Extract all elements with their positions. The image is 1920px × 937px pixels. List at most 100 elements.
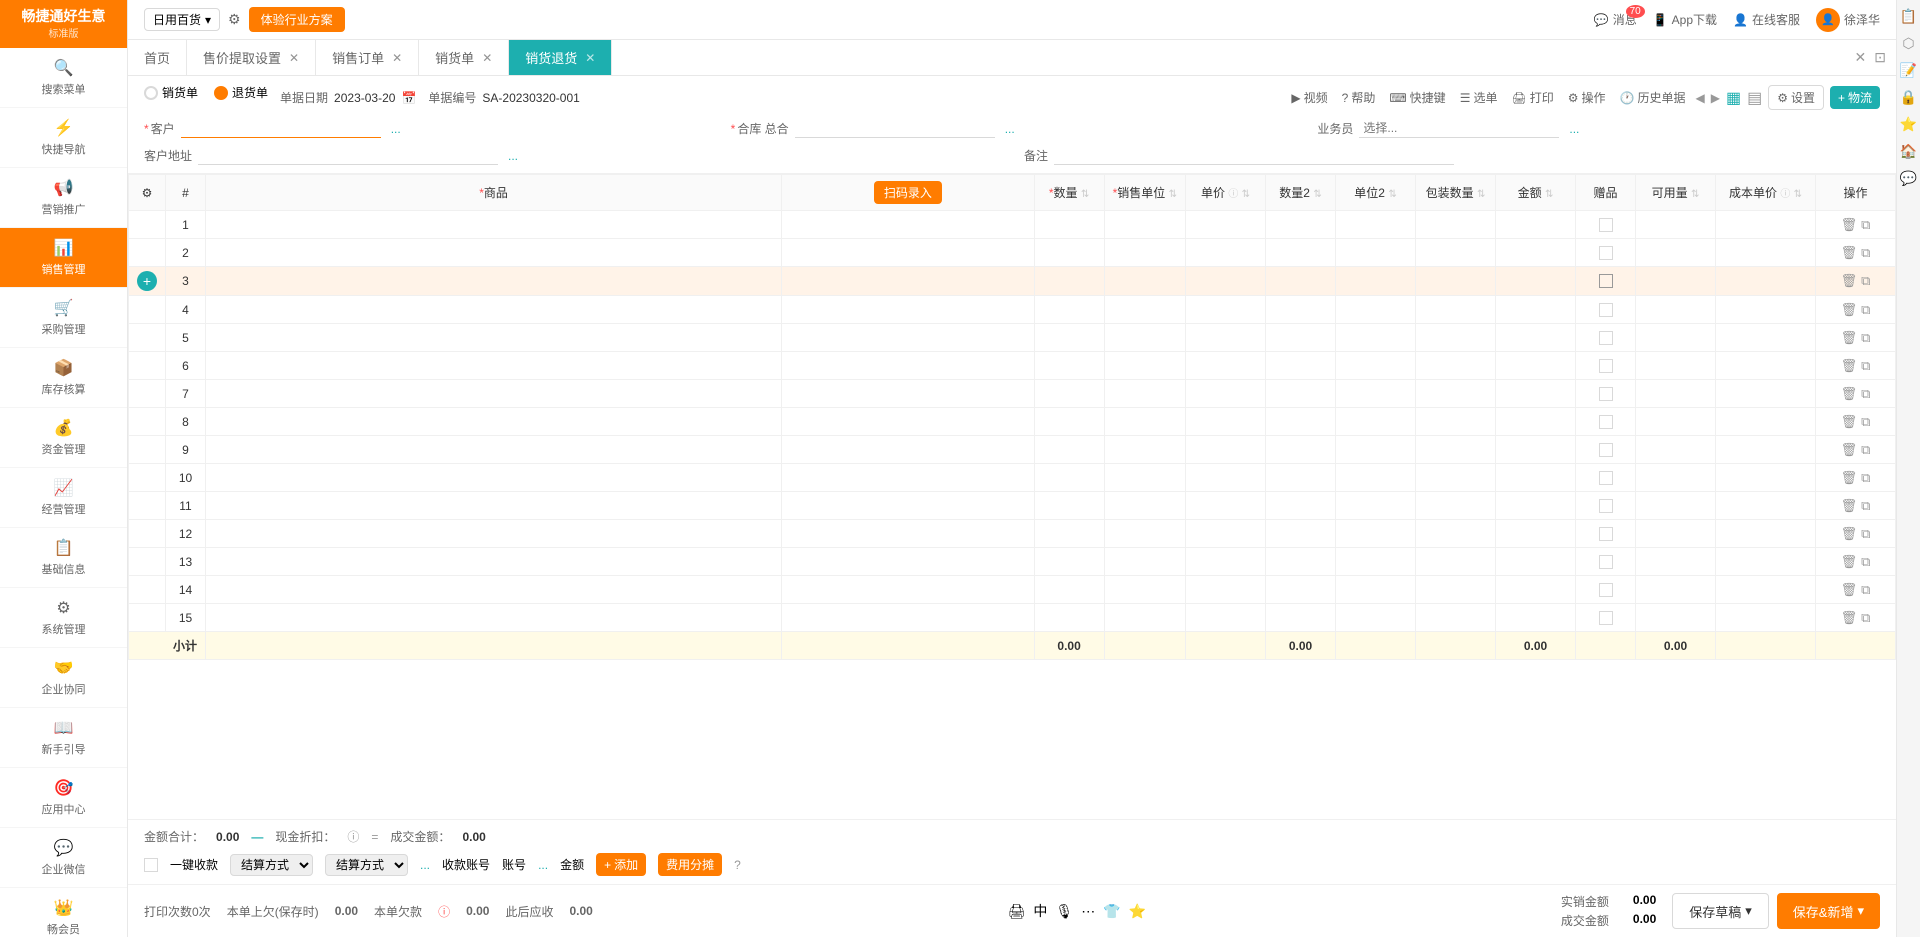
delete-row-icon[interactable]: 🗑 xyxy=(1841,526,1858,542)
row-price[interactable] xyxy=(1186,239,1266,267)
delete-row-icon[interactable]: 🗑 xyxy=(1841,330,1858,346)
gift-checkbox[interactable] xyxy=(1599,303,1613,317)
gift-checkbox[interactable] xyxy=(1599,527,1613,541)
sidebar-item-system[interactable]: ⚙ 系统管理 xyxy=(0,588,127,648)
gift-checkbox[interactable] xyxy=(1599,331,1613,345)
calendar-icon[interactable]: 📅 xyxy=(401,91,416,105)
settings-right-btn[interactable]: ⚙ 设置 xyxy=(1768,85,1824,110)
row-unit[interactable] xyxy=(1104,239,1185,267)
row-unit2[interactable] xyxy=(1336,267,1416,296)
row-goods[interactable] xyxy=(206,436,782,464)
gift-checkbox[interactable] xyxy=(1599,471,1613,485)
copy-row-icon[interactable]: ⧉ xyxy=(1861,582,1870,598)
row-avail[interactable] xyxy=(1636,267,1716,296)
tab-close-icon[interactable]: ✕ xyxy=(289,51,299,65)
gift-checkbox[interactable] xyxy=(1599,218,1613,232)
shortcut-btn[interactable]: ⌨ 快捷键 xyxy=(1385,87,1449,108)
copy-row-icon[interactable]: ⧉ xyxy=(1861,498,1870,514)
sidebar-item-sales[interactable]: 📊 销售管理 xyxy=(0,228,127,288)
tab-price-extract[interactable]: 售价提取设置 ✕ xyxy=(187,40,316,75)
delete-row-icon[interactable]: 🗑 xyxy=(1841,245,1858,261)
add-row-button[interactable]: + xyxy=(137,271,157,291)
warehouse-dots[interactable]: ... xyxy=(1005,122,1015,136)
sidebar-item-search[interactable]: 🔍 搜索菜单 xyxy=(0,48,127,108)
row-gift[interactable] xyxy=(1576,267,1636,296)
sidebar-item-operations[interactable]: 📈 经营管理 xyxy=(0,468,127,528)
delete-row-icon[interactable]: 🗑 xyxy=(1841,442,1858,458)
row-qty[interactable] xyxy=(1034,211,1104,239)
gift-checkbox[interactable] xyxy=(1599,246,1613,260)
delete-row-icon[interactable]: 🗑 xyxy=(1841,386,1858,402)
help-btn[interactable]: ? 帮助 xyxy=(1338,87,1380,108)
gift-checkbox[interactable] xyxy=(1599,359,1613,373)
row-goods[interactable] xyxy=(206,239,782,267)
row-qty[interactable] xyxy=(1034,267,1104,296)
row-goods[interactable] xyxy=(206,548,782,576)
grid-view1-btn[interactable]: ▦ xyxy=(1726,88,1741,108)
row-unit[interactable] xyxy=(1104,211,1185,239)
tab-sales-order[interactable]: 销售订单 ✕ xyxy=(316,40,419,75)
row-goods[interactable] xyxy=(206,492,782,520)
gift-checkbox[interactable] xyxy=(1599,611,1613,625)
side-icon-2[interactable]: ⬡ xyxy=(1898,31,1918,56)
row-pkgqty[interactable] xyxy=(1416,211,1496,239)
row-pkgqty[interactable] xyxy=(1416,239,1496,267)
row-goods[interactable] xyxy=(206,576,782,604)
sidebar-item-basic-info[interactable]: 📋 基础信息 xyxy=(0,528,127,588)
side-icon-6[interactable]: 🏠 xyxy=(1896,139,1920,164)
row-goods[interactable] xyxy=(206,464,782,492)
copy-row-icon[interactable]: ⧉ xyxy=(1861,526,1870,542)
row-gift[interactable] xyxy=(1576,239,1636,267)
remark-input[interactable] xyxy=(1054,146,1454,165)
row-goods[interactable] xyxy=(206,267,782,296)
sidebar-item-appcenter[interactable]: 🎯 应用中心 xyxy=(0,768,127,828)
account-select-dots[interactable]: ... xyxy=(538,858,548,872)
gift-checkbox[interactable] xyxy=(1599,387,1613,401)
side-icon-1[interactable]: 📋 xyxy=(1896,4,1920,29)
gift-checkbox[interactable] xyxy=(1599,499,1613,513)
module-selector[interactable]: 日用百货 ▾ xyxy=(144,8,220,31)
row-goods[interactable] xyxy=(206,324,782,352)
history-btn[interactable]: 🕐 历史单据 xyxy=(1616,87,1690,108)
sidebar-item-finance[interactable]: 💰 资金管理 xyxy=(0,408,127,468)
col-scan-header[interactable]: 扫码录入 xyxy=(782,175,1034,211)
tab-close-icon[interactable]: ✕ xyxy=(482,51,492,65)
copy-row-icon[interactable]: ⧉ xyxy=(1861,414,1870,430)
sidebar-item-marketing[interactable]: 📢 营销推广 xyxy=(0,168,127,228)
row-goods[interactable] xyxy=(206,296,782,324)
row-pkgqty[interactable] xyxy=(1416,267,1496,296)
customer-dots[interactable]: ... xyxy=(391,122,401,136)
row-unit2[interactable] xyxy=(1336,239,1416,267)
delete-row-icon[interactable]: 🗑 xyxy=(1841,414,1858,430)
user-menu-button[interactable]: 👤 徐泽华 xyxy=(1816,8,1880,32)
calculation-method-select[interactable]: 结算方式 xyxy=(325,854,408,876)
tab-close-button[interactable]: ✕ xyxy=(1853,47,1869,68)
next-record-btn[interactable]: ▶ xyxy=(1711,91,1720,105)
side-icon-7[interactable]: 💬 xyxy=(1896,166,1920,191)
delete-row-icon[interactable]: 🗑 xyxy=(1841,470,1858,486)
gift-checkbox[interactable] xyxy=(1599,415,1613,429)
delete-row-icon[interactable]: 🗑 xyxy=(1841,610,1858,626)
tab-close-icon[interactable]: ✕ xyxy=(585,51,595,65)
save-new-button[interactable]: 保存&新增 ▾ xyxy=(1777,893,1880,929)
select-order-btn[interactable]: ☰ 选单 xyxy=(1456,87,1502,108)
delete-row-icon[interactable]: 🗑 xyxy=(1841,217,1858,233)
add-fee-button[interactable]: + 添加 xyxy=(596,853,646,876)
sidebar-item-purchase[interactable]: 🛒 采购管理 xyxy=(0,288,127,348)
copy-row-icon[interactable]: ⧉ xyxy=(1861,217,1870,233)
row-price[interactable] xyxy=(1186,211,1266,239)
row-unit[interactable] xyxy=(1104,267,1185,296)
copy-row-icon[interactable]: ⧉ xyxy=(1861,610,1870,626)
col-settings-header[interactable]: ⚙ xyxy=(129,175,166,211)
tab-close-icon[interactable]: ✕ xyxy=(392,51,402,65)
row-goods[interactable] xyxy=(206,352,782,380)
app-download-button[interactable]: 📱 App下载 xyxy=(1653,11,1717,28)
gear-button[interactable]: ⚙ xyxy=(228,11,241,28)
cash-discount-help-icon[interactable]: ⓘ xyxy=(347,828,359,845)
row-goods[interactable] xyxy=(206,380,782,408)
online-service-button[interactable]: 👤 在线客服 xyxy=(1733,11,1800,28)
save-draft-button[interactable]: 保存草稿 ▾ xyxy=(1672,893,1769,929)
copy-row-icon[interactable]: ⧉ xyxy=(1861,273,1870,289)
print-btn[interactable]: 🖨 打印 xyxy=(1507,87,1557,108)
sidebar-item-member[interactable]: 👑 畅会员 xyxy=(0,888,127,937)
